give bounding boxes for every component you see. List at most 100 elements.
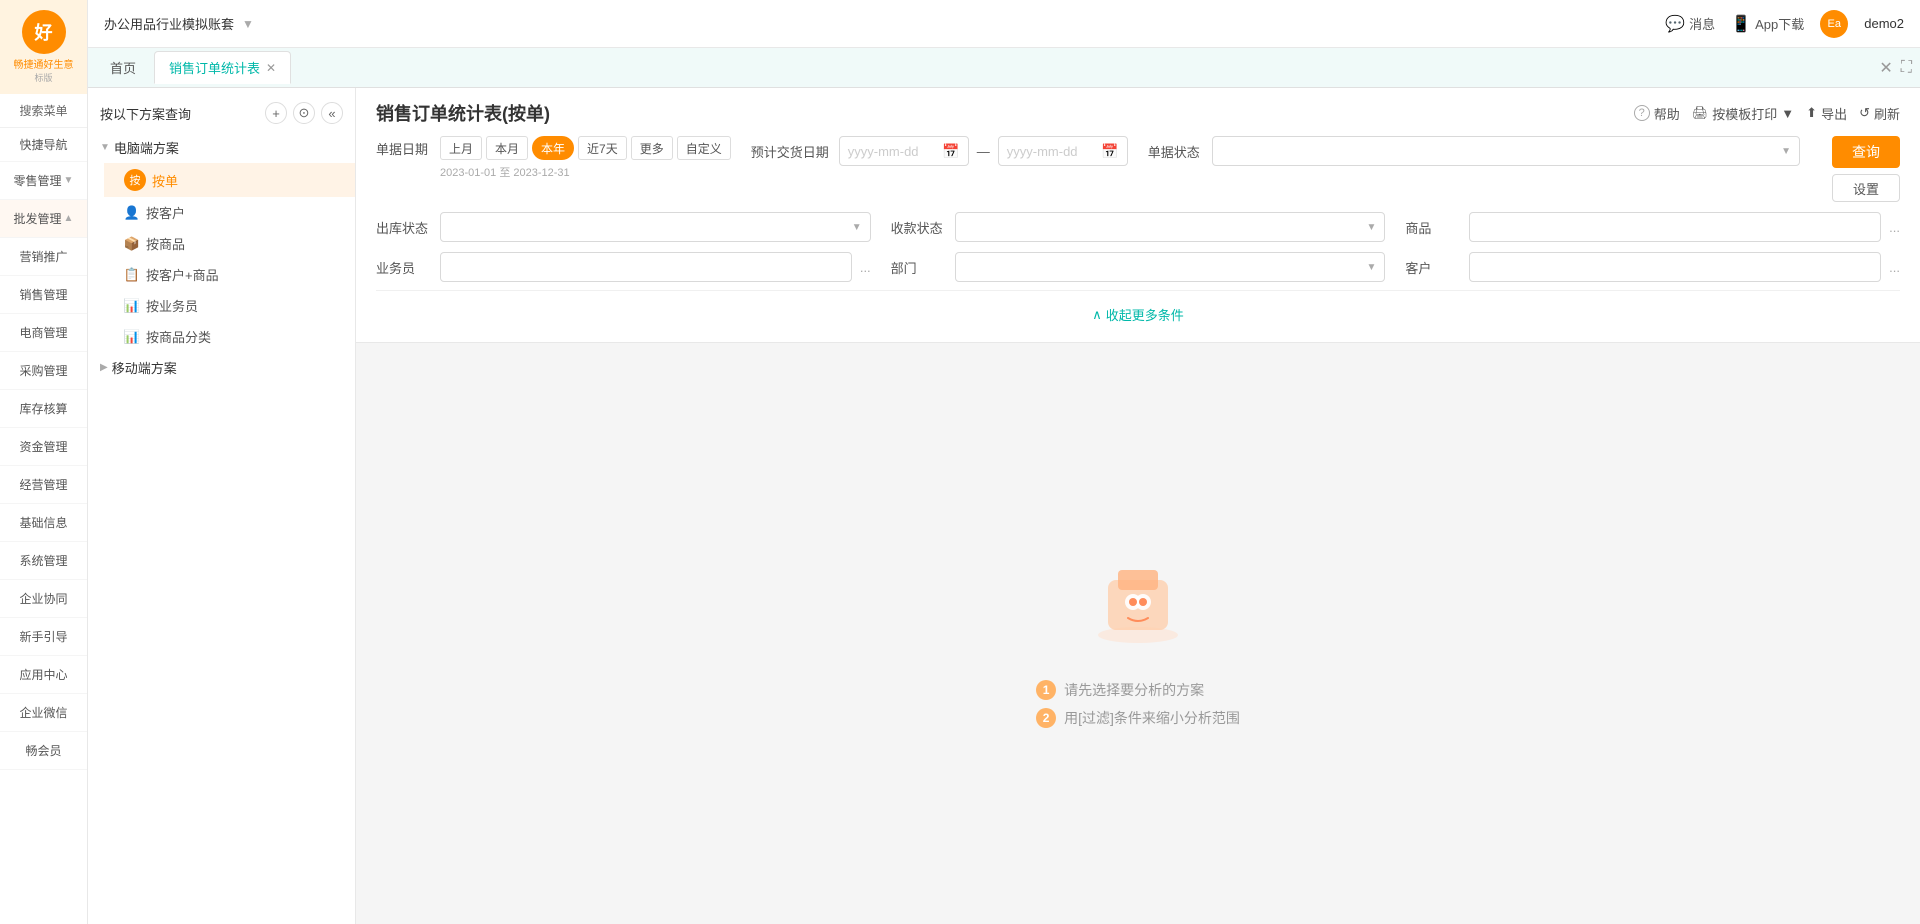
sidebar-item-enterprise[interactable]: 企业协同	[0, 580, 87, 618]
by-cust-prod-icon: 📋	[124, 267, 140, 283]
date-btn-this-year[interactable]: 本年	[532, 136, 574, 160]
status-dropdown-icon: ▼	[1781, 146, 1791, 157]
sidebar-item-label: 库存核算	[19, 400, 67, 417]
by-category-icon: 📊	[124, 329, 140, 345]
shipment-status-group: 出库状态 ▼	[376, 212, 871, 242]
tab-sales-order-stats[interactable]: 销售订单统计表 ✕	[154, 51, 291, 84]
sidebar-item-system[interactable]: 系统管理	[0, 542, 87, 580]
date-btn-custom[interactable]: 自定义	[677, 136, 731, 160]
left-panel-add-btn[interactable]: +	[265, 102, 287, 124]
salesperson-group: 业务员 ...	[376, 252, 871, 282]
topbar-app-download-btn[interactable]: 📱 App下载	[1731, 14, 1804, 34]
status-label: 单据状态	[1148, 142, 1204, 161]
tree-group-pc-arrow: ▼	[100, 142, 110, 153]
help-btn[interactable]: ? 帮助	[1634, 104, 1680, 123]
sidebar-search-item[interactable]: 搜索菜单	[0, 94, 87, 128]
date-btn-this-month[interactable]: 本月	[486, 136, 528, 160]
left-panel: 按以下方案查询 + ⊙ « ▼ 电脑端方案	[88, 88, 356, 924]
product-more-dots[interactable]: ...	[1889, 220, 1900, 235]
date-range-hint: 2023-01-01 至 2023-12-31	[440, 167, 570, 179]
salesperson-input[interactable]	[440, 252, 852, 282]
dept-select[interactable]: ▼	[955, 252, 1386, 282]
print-btn[interactable]: 🖨 按模板打印 ▼	[1692, 104, 1794, 123]
payment-select[interactable]: ▼	[955, 212, 1386, 242]
user-name[interactable]: demo2	[1864, 16, 1904, 31]
query-button[interactable]: 查询	[1832, 136, 1900, 168]
tree-group-mobile-title[interactable]: ▶ 移动端方案	[88, 352, 355, 383]
date-label: 单据日期	[376, 139, 432, 158]
settings-button[interactable]: 设置	[1832, 174, 1900, 202]
calendar-icon-end: 📅	[1101, 143, 1118, 160]
sidebar-item-finance[interactable]: 资金管理	[0, 428, 87, 466]
page-title: 销售订单统计表(按单)	[376, 100, 550, 126]
shipment-select[interactable]: ▼	[440, 212, 871, 242]
date-btn-more[interactable]: 更多	[631, 136, 673, 160]
expected-date-start-input[interactable]: yyyy-mm-dd 📅	[839, 136, 969, 166]
date-btn-7days[interactable]: 近7天	[578, 136, 627, 160]
sidebar-item-retail[interactable]: 零售管理 ▼	[0, 162, 87, 200]
sidebar-item-base-info[interactable]: 基础信息	[0, 504, 87, 542]
tree-pc-children: 按 按单 👤 按客户 📦 按商品 📋 按客户+商品	[88, 163, 355, 352]
sidebar-item-label: 批发管理	[14, 210, 62, 227]
tab-home[interactable]: 首页	[96, 52, 150, 83]
date-btn-last-month[interactable]: 上月	[440, 136, 482, 160]
filter-row-1: 单据日期 上月 本月 本年 近7天 更多 自定义	[376, 136, 1900, 202]
empty-hint-2: 2 用[过滤]条件来缩小分析范围	[1036, 708, 1240, 728]
filter-status-group: 单据状态 ▼	[1148, 136, 1800, 166]
tab-close-icon[interactable]: ✕	[266, 61, 276, 75]
sidebar-item-ecommerce[interactable]: 电商管理	[0, 314, 87, 352]
sidebar-item-inventory[interactable]: 库存核算	[0, 390, 87, 428]
customer-input[interactable]	[1469, 252, 1881, 282]
main-data-area: 1 请先选择要分析的方案 2 用[过滤]条件来缩小分析范围	[356, 343, 1920, 924]
tree-group-pc-title[interactable]: ▼ 电脑端方案	[88, 132, 355, 163]
shipment-dropdown-icon: ▼	[852, 222, 862, 233]
sidebar-item-purchase[interactable]: 采购管理	[0, 352, 87, 390]
payment-dropdown-icon: ▼	[1366, 222, 1376, 233]
by-product-icon: 📦	[124, 236, 140, 252]
filter-expected-date-group: 预计交货日期 yyyy-mm-dd 📅 — yyyy-mm-dd 📅	[751, 136, 1128, 166]
tree-item-by-order[interactable]: 按 按单	[104, 163, 355, 197]
customer-more-dots[interactable]: ...	[1889, 260, 1900, 275]
topbar-message-btn[interactable]: 💬 消息	[1665, 14, 1715, 34]
tabbar: 首页 销售订单统计表 ✕ ✕ ⛶	[88, 48, 1920, 88]
export-btn[interactable]: ⬆ 导出	[1806, 104, 1847, 123]
tree-item-by-product[interactable]: 📦 按商品	[104, 228, 355, 259]
date-buttons: 上月 本月 本年 近7天 更多 自定义	[440, 136, 731, 160]
product-input[interactable]	[1469, 212, 1881, 242]
sidebar-item-marketing[interactable]: 营销推广	[0, 238, 87, 276]
print-icon: 🖨	[1692, 105, 1709, 121]
sidebar-item-label: 畅会员	[25, 742, 61, 759]
left-panel-edit-btn[interactable]: ⊙	[293, 102, 315, 124]
tree-item-by-customer[interactable]: 👤 按客户	[104, 197, 355, 228]
refresh-btn[interactable]: ↺ 刷新	[1859, 104, 1900, 123]
sidebar-item-operation[interactable]: 经营管理	[0, 466, 87, 504]
tab-fullscreen-icon[interactable]: ⛶	[1901, 59, 1912, 77]
tree-group-mobile-arrow: ▶	[100, 362, 108, 373]
sidebar-item-quick-nav[interactable]: 快捷导航	[0, 128, 87, 162]
sidebar-item-sales[interactable]: 销售管理	[0, 276, 87, 314]
collapse-conditions-btn[interactable]: ∧ 收起更多条件	[1076, 299, 1200, 330]
tree-group-pc: ▼ 电脑端方案 按 按单 👤 按客户 📦 按商品	[88, 132, 355, 352]
tree-item-by-category[interactable]: 📊 按商品分类	[104, 321, 355, 352]
sidebar-item-weixin[interactable]: 企业微信	[0, 694, 87, 732]
left-panel-actions: + ⊙ «	[265, 102, 343, 124]
print-dropdown-icon: ▼	[1781, 106, 1794, 121]
sidebar-item-newbie[interactable]: 新手引导	[0, 618, 87, 656]
expected-date-label: 预计交货日期	[751, 142, 831, 161]
tree-item-by-customer-product[interactable]: 📋 按客户+商品	[104, 259, 355, 290]
sidebar-item-member[interactable]: 畅会员	[0, 732, 87, 770]
status-select[interactable]: ▼	[1212, 136, 1800, 166]
user-avatar[interactable]: Ea	[1820, 10, 1848, 38]
sidebar-item-wholesale[interactable]: 批发管理 ▲	[0, 200, 87, 238]
avatar-initials: Ea	[1828, 18, 1841, 30]
left-panel-collapse-btn[interactable]: «	[321, 102, 343, 124]
main-container: 办公用品行业模拟账套 ▼ 💬 消息 📱 App下载 Ea demo2 首页 销售…	[88, 0, 1920, 924]
by-customer-icon: 👤	[124, 205, 140, 221]
topbar-dropdown-icon[interactable]: ▼	[242, 17, 254, 31]
tab-close-all-icon[interactable]: ✕	[1879, 58, 1892, 78]
hint-number-2: 2	[1036, 708, 1056, 728]
expected-date-end-input[interactable]: yyyy-mm-dd 📅	[998, 136, 1128, 166]
salesperson-more-dots[interactable]: ...	[860, 260, 871, 275]
sidebar-item-apps[interactable]: 应用中心	[0, 656, 87, 694]
tree-item-by-salesperson[interactable]: 📊 按业务员	[104, 290, 355, 321]
